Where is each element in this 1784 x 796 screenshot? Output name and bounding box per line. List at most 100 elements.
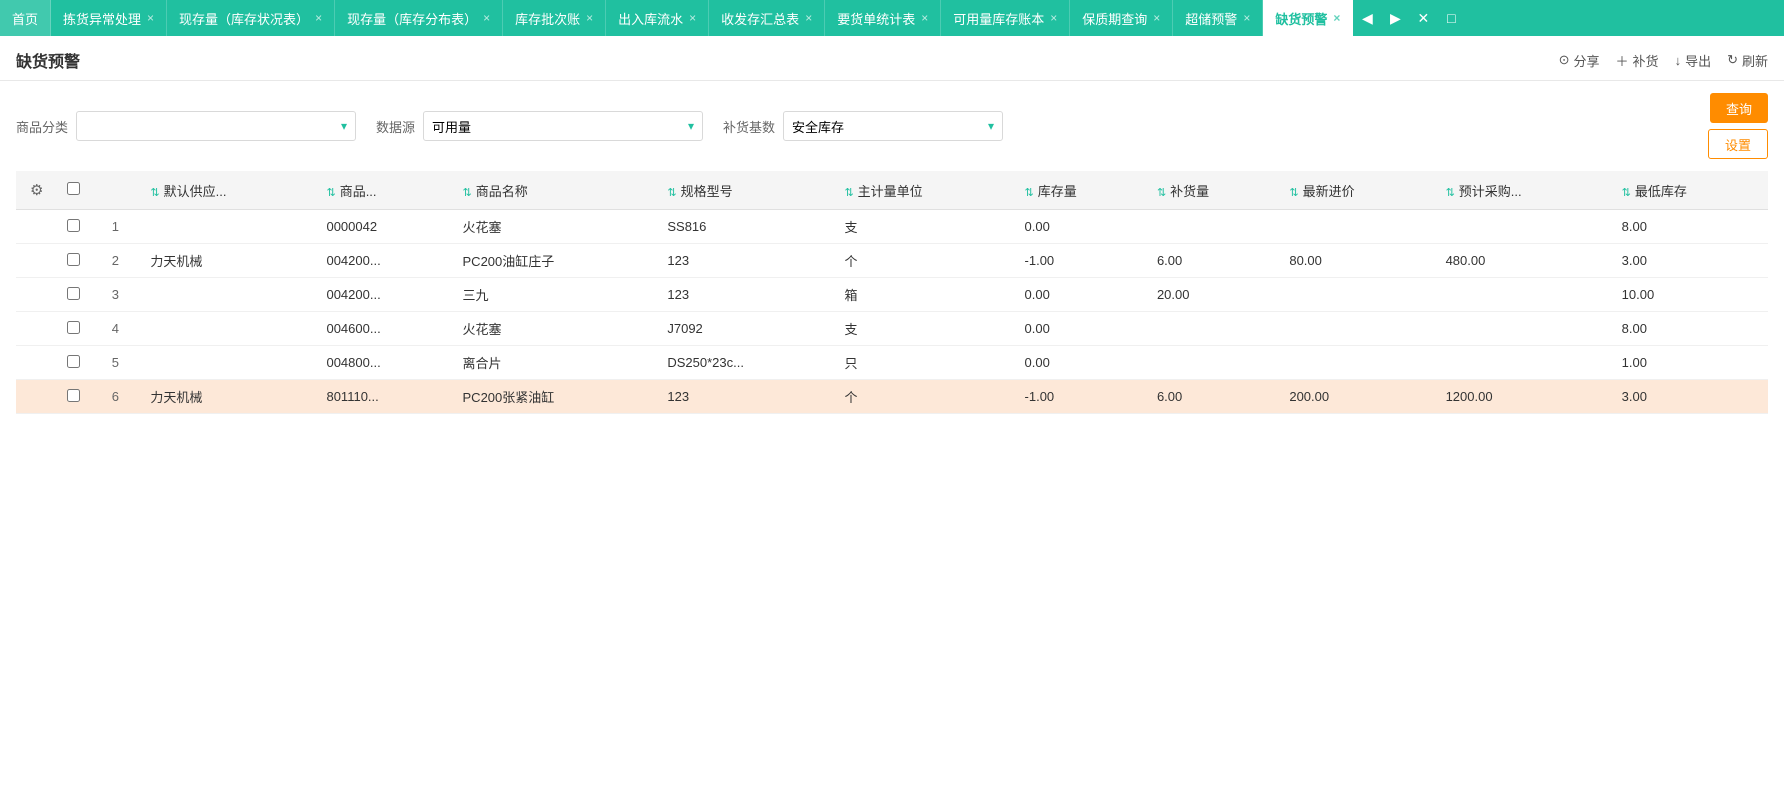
row-checkbox[interactable]: [67, 219, 80, 232]
tab-shortage[interactable]: 缺货预警 ×: [1263, 0, 1353, 36]
row-index: 2: [90, 244, 140, 278]
tab-close-icon[interactable]: ×: [1333, 11, 1340, 25]
select-all-checkbox[interactable]: [67, 182, 80, 195]
th-product-code[interactable]: ⇅商品...: [316, 171, 452, 210]
datasource-value: 可用量: [432, 117, 471, 136]
replenish-base-select[interactable]: 安全库存 ▾: [783, 111, 1003, 141]
row-checkbox[interactable]: [67, 389, 80, 402]
row-replenish: 20.00: [1147, 278, 1279, 312]
tab-next-button[interactable]: ▶: [1381, 0, 1409, 36]
page-title: 缺货预警: [16, 48, 80, 72]
tab-expiry[interactable]: 保质期查询 ×: [1070, 0, 1173, 36]
th-stock[interactable]: ⇅库存量: [1015, 171, 1147, 210]
row-default-supplier: [140, 278, 316, 312]
tab-flow[interactable]: 出入库流水 ×: [606, 0, 709, 36]
tab-summary[interactable]: 收发存汇总表 ×: [709, 0, 825, 36]
th-latest-price[interactable]: ⇅最新进价: [1279, 171, 1435, 210]
th-replenish[interactable]: ⇅补货量: [1147, 171, 1279, 210]
tab-close-icon[interactable]: ×: [483, 11, 490, 25]
filter-bar: 商品分类 ▾ 数据源 可用量 ▾ 补货基数 安全库存 ▾ 查询 设置: [0, 81, 1784, 171]
tab-close-icon[interactable]: ×: [315, 11, 322, 25]
row-checkbox[interactable]: [67, 287, 80, 300]
row-min-stock: 8.00: [1612, 210, 1768, 244]
row-spec: 123: [657, 380, 834, 414]
tab-close-icon[interactable]: ×: [586, 11, 593, 25]
row-checkbox[interactable]: [67, 321, 80, 334]
query-button[interactable]: 查询: [1710, 93, 1768, 123]
tab-requisition[interactable]: 要货单统计表 ×: [825, 0, 941, 36]
row-settings-cell: [16, 312, 57, 346]
table-body: 1 0000042 火花塞 SS816 支 0.00 8.00 2 力天机械 0…: [16, 210, 1768, 414]
tab-close-icon[interactable]: ×: [921, 11, 928, 25]
row-product-name: 火花塞: [453, 210, 658, 244]
row-latest-price: 80.00: [1279, 244, 1435, 278]
chevron-down-icon: ▾: [341, 119, 347, 133]
row-index: 6: [90, 380, 140, 414]
row-estimated-purchase: [1436, 312, 1612, 346]
row-checkbox[interactable]: [67, 355, 80, 368]
row-unit: 只: [834, 346, 1014, 380]
tab-bar: 首页 拣货异常处理 × 现存量（库存状况表） × 现存量（库存分布表） × 库存…: [0, 0, 1784, 36]
sort-icon: ⇅: [1289, 187, 1298, 199]
tab-close-icon[interactable]: ×: [1050, 11, 1057, 25]
tab-close-icon[interactable]: ×: [689, 11, 696, 25]
th-default-supplier[interactable]: ⇅默认供应...: [140, 171, 316, 210]
row-stock: -1.00: [1015, 244, 1147, 278]
refresh-action[interactable]: ↻ 刷新: [1727, 51, 1768, 70]
share-action[interactable]: ⊙ 分享: [1559, 51, 1600, 70]
row-checkbox[interactable]: [67, 253, 80, 266]
tab-close-icon[interactable]: ×: [805, 11, 812, 25]
sort-icon: ⇅: [1025, 187, 1034, 199]
share-icon: ⊙: [1559, 52, 1570, 68]
row-stock: 0.00: [1015, 312, 1147, 346]
row-unit: 个: [834, 244, 1014, 278]
row-product-code: 004600...: [316, 312, 452, 346]
close-window-button[interactable]: ✕: [1409, 0, 1437, 36]
row-estimated-purchase: [1436, 278, 1612, 312]
chevron-down-icon: ▾: [988, 119, 994, 133]
tab-available-ledger[interactable]: 可用量库存账本 ×: [941, 0, 1070, 36]
row-default-supplier: [140, 312, 316, 346]
tab-close-icon[interactable]: ×: [1243, 11, 1250, 25]
th-index: [90, 171, 140, 210]
datasource-select[interactable]: 可用量 ▾: [423, 111, 703, 141]
th-spec[interactable]: ⇅规格型号: [657, 171, 834, 210]
category-select[interactable]: ▾: [76, 111, 356, 141]
settings-button[interactable]: 设置: [1708, 129, 1768, 159]
row-unit: 个: [834, 380, 1014, 414]
tab-home[interactable]: 首页: [0, 0, 51, 36]
datasource-filter-group: 数据源 可用量 ▾: [376, 111, 703, 141]
row-checkbox-cell: [57, 380, 90, 414]
row-stock: 0.00: [1015, 210, 1147, 244]
tab-inventory-distribution[interactable]: 现存量（库存分布表） ×: [335, 0, 503, 36]
tab-overstock[interactable]: 超储预警 ×: [1173, 0, 1263, 36]
gear-button[interactable]: ⚙: [26, 179, 47, 201]
row-min-stock: 8.00: [1612, 312, 1768, 346]
th-min-stock[interactable]: ⇅最低库存: [1612, 171, 1768, 210]
th-estimated-purchase[interactable]: ⇅预计采购...: [1436, 171, 1612, 210]
row-replenish: 6.00: [1147, 244, 1279, 278]
tab-inventory-status[interactable]: 现存量（库存状况表） ×: [167, 0, 335, 36]
export-action[interactable]: ↓ 导出: [1675, 51, 1712, 70]
sort-icon: ⇅: [326, 187, 335, 199]
tab-close-icon[interactable]: ×: [1153, 11, 1160, 25]
row-unit: 箱: [834, 278, 1014, 312]
replenish-action[interactable]: ＋ 补货: [1616, 51, 1659, 70]
row-product-code: 004200...: [316, 244, 452, 278]
tab-batch-account[interactable]: 库存批次账 ×: [503, 0, 606, 36]
th-unit[interactable]: ⇅主计量单位: [834, 171, 1014, 210]
header-actions: ⊙ 分享 ＋ 补货 ↓ 导出 ↻ 刷新: [1559, 51, 1768, 70]
row-latest-price: [1279, 312, 1435, 346]
th-product-name[interactable]: ⇅商品名称: [453, 171, 658, 210]
row-product-code: 801110...: [316, 380, 452, 414]
row-replenish: [1147, 346, 1279, 380]
data-table: ⚙ ⇅默认供应... ⇅商品... ⇅商品名称: [16, 171, 1768, 414]
tab-close-icon[interactable]: ×: [147, 11, 154, 25]
table-row: 4 004600... 火花塞 J7092 支 0.00 8.00: [16, 312, 1768, 346]
tab-picking-exception[interactable]: 拣货异常处理 ×: [51, 0, 167, 36]
row-stock: 0.00: [1015, 278, 1147, 312]
row-product-code: 0000042: [316, 210, 452, 244]
tab-prev-button[interactable]: ◀: [1353, 0, 1381, 36]
maximize-button[interactable]: □: [1437, 0, 1465, 36]
table-header-row: ⚙ ⇅默认供应... ⇅商品... ⇅商品名称: [16, 171, 1768, 210]
